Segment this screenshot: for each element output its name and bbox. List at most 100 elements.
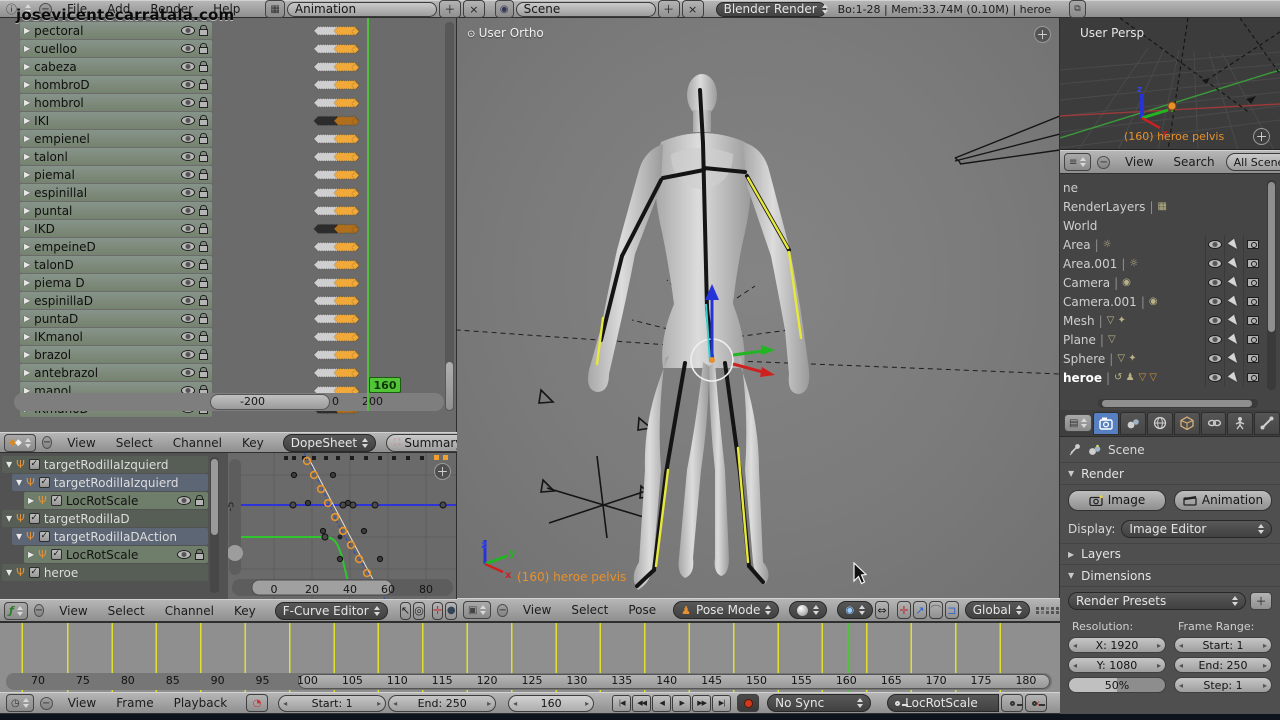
eye-icon[interactable]	[181, 332, 195, 341]
restrict-render-toggle[interactable]	[1243, 273, 1262, 292]
keyframe-strip[interactable]: ◆◆◆◆◆◆◆◆◆◆◆◆◆◆◆◆◆◆	[314, 77, 359, 92]
display-select[interactable]: Image Editor	[1121, 520, 1272, 538]
restrict-render-toggle[interactable]	[1243, 330, 1262, 349]
autokey-clock-icon[interactable]: ◔	[246, 694, 269, 712]
restrict-select-toggle[interactable]	[1224, 292, 1243, 311]
keyframe-strip[interactable]: ◆◆◆◆◆◆◆◆◆◆◆◆◆◆◆◆◆◆	[314, 311, 359, 326]
restrict-view-toggle[interactable]	[1205, 254, 1224, 273]
plus-icon[interactable]: ＋	[434, 463, 451, 480]
graph-channel-row[interactable]: Ψ heroe	[2, 564, 208, 581]
expand-triangle-icon[interactable]	[6, 514, 12, 523]
timeline-menu[interactable]: Playback	[165, 696, 237, 710]
dopesheet-menu[interactable]: Channel	[164, 436, 231, 450]
keyframe-strip[interactable]: ◆◆◆◆◆◆◆◆◆◆◆◆◆◆◆◆◆◆	[314, 131, 359, 146]
graph-channel-row[interactable]: Ψ targetRodillaDAction	[12, 528, 208, 545]
restrict-view-toggle[interactable]	[1205, 273, 1224, 292]
restrict-render-toggle[interactable]	[1243, 311, 1262, 330]
keyframe-strip[interactable]: ◆◆◆◆◆◆◆◆◆◆◆◆◆◆◆◆◆◆	[314, 275, 359, 290]
keyframe-strip[interactable]: ◆◆◆◆◆◆◆◆◆◆◆◆◆◆◆◆◆◆	[314, 365, 359, 380]
insert-keyframe-button[interactable]	[1001, 694, 1024, 712]
shading-select[interactable]	[789, 601, 828, 619]
dopesheet-channel-row[interactable]: ▶ espinillaD ◆◆◆◆◆◆◆◆◆◆◆◆◆◆◆◆◆◆	[0, 292, 456, 309]
tab-world[interactable]	[1147, 411, 1173, 435]
dopesheet-channel-row[interactable]: ▶ IKD ◆◆◆◆◆◆◆◆◆◆◆◆◆◆◆◆◆◆	[0, 220, 456, 237]
eye-icon[interactable]	[181, 350, 195, 359]
dopesheet-editor-type-icon[interactable]: ◆ ◆	[4, 433, 36, 452]
dopesheet-menu[interactable]: Key	[233, 436, 273, 450]
restrict-render-toggle[interactable]	[1243, 368, 1262, 387]
graph-channel-row[interactable]: Ψ LocRotScale	[24, 492, 208, 509]
resolution-y-field[interactable]: Y: 1080	[1068, 657, 1166, 673]
expand-triangle-icon[interactable]	[6, 568, 12, 577]
expand-triangle-icon[interactable]: ▶	[24, 152, 30, 161]
frame-step-field[interactable]: Step: 1	[1174, 677, 1272, 693]
timeline-menu[interactable]: Frame	[107, 696, 162, 710]
restrict-select-toggle[interactable]	[1224, 235, 1243, 254]
layers-panel-header[interactable]: ▶ Layers	[1060, 543, 1280, 565]
lock-icon[interactable]	[199, 61, 208, 72]
frame-start-field[interactable]: Start: 1	[278, 694, 387, 712]
outliner-vscrollbar[interactable]	[1267, 180, 1276, 390]
expand-triangle-icon[interactable]: ▶	[24, 134, 30, 143]
outliner-item[interactable]: ne	[1060, 178, 1280, 197]
lock-icon[interactable]	[199, 187, 208, 198]
restrict-view-toggle[interactable]	[1205, 235, 1224, 254]
restrict-render-toggle[interactable]	[1243, 235, 1262, 254]
translate-manipulator-icon[interactable]: ↗	[912, 601, 927, 619]
eye-icon[interactable]	[181, 152, 195, 161]
timeline[interactable]: 70 75 80 85 90 95 100 105 110 115 120 12…	[0, 622, 1060, 692]
screen-layout-icon[interactable]: ▦	[265, 0, 285, 18]
expand-triangle-icon[interactable]: ▶	[24, 188, 30, 197]
restrict-view-toggle[interactable]	[1205, 330, 1224, 349]
expand-triangle-icon[interactable]: ▶	[24, 170, 30, 179]
graph-menu[interactable]: View	[50, 604, 96, 618]
dopesheet-channel-row[interactable]: ▶ IKI ◆◆◆◆◆◆◆◆◆◆◆◆◆◆◆◆◆◆	[0, 112, 456, 129]
eye-icon[interactable]	[181, 116, 195, 125]
outliner-menu[interactable]: Search	[1164, 155, 1223, 169]
keyframe-strip[interactable]: ◆◆◆◆◆◆◆◆◆◆◆◆◆◆◆◆◆◆	[314, 185, 359, 200]
tab-armature-data[interactable]	[1227, 411, 1254, 435]
lock-icon[interactable]	[195, 495, 204, 506]
outliner-item[interactable]: World	[1060, 216, 1280, 235]
restrict-select-toggle[interactable]	[1224, 311, 1243, 330]
restrict-view-toggle[interactable]	[1205, 292, 1224, 311]
outliner-hscrollbar[interactable]	[1098, 399, 1258, 408]
lock-icon[interactable]	[199, 241, 208, 252]
dopesheet-channel-row[interactable]: ▶ brazol ◆◆◆◆◆◆◆◆◆◆◆◆◆◆◆◆◆◆	[0, 346, 456, 363]
playback-button[interactable]: ◀	[652, 694, 672, 712]
orientation-select[interactable]: Global	[964, 601, 1031, 619]
expand-triangle-icon[interactable]: ▶	[24, 260, 30, 269]
expand-triangle-icon[interactable]: ▶	[24, 296, 30, 305]
render-panel-header[interactable]: ▼ Render	[1060, 463, 1280, 485]
cursor-tool-icon[interactable]: ↖	[399, 601, 412, 620]
expand-triangle-icon[interactable]: ▶	[24, 206, 30, 215]
dopesheet-channel-row[interactable]: ▶ empeineD ◆◆◆◆◆◆◆◆◆◆◆◆◆◆◆◆◆◆	[0, 238, 456, 255]
outliner-item[interactable]: Camera.001 | ◉	[1060, 292, 1280, 311]
lock-icon[interactable]	[199, 277, 208, 288]
timeline-scrollbar[interactable]: 70 75 80 85 90 95 100 105 110 115 120 12…	[6, 673, 1052, 690]
restrict-select-toggle[interactable]	[1224, 254, 1243, 273]
timeline-menu[interactable]: View	[59, 696, 105, 710]
viewport-menu[interactable]: View	[514, 603, 560, 617]
dopesheet-channel-row[interactable]: ▶ puntaD ◆◆◆◆◆◆◆◆◆◆◆◆◆◆◆◆◆◆	[0, 310, 456, 327]
dopesheet-channel-row[interactable]: ▶ IKmanol ◆◆◆◆◆◆◆◆◆◆◆◆◆◆◆◆◆◆	[0, 328, 456, 345]
resolution-percentage-slider[interactable]: 50%	[1068, 677, 1166, 693]
tab-bone[interactable]	[1254, 411, 1280, 435]
graph-curve-area[interactable]: 0 20 40 60 80 -5 ＋	[228, 453, 456, 599]
mode-select[interactable]: ♟ Pose Mode	[673, 601, 780, 619]
expand-triangle-icon[interactable]: ▶	[24, 62, 30, 71]
lock-icon[interactable]	[199, 367, 208, 378]
lock-icon[interactable]	[199, 97, 208, 108]
eye-icon[interactable]	[181, 170, 195, 179]
plus-icon[interactable]: ＋	[1253, 128, 1270, 145]
restrict-select-toggle[interactable]	[1224, 273, 1243, 292]
lock-icon[interactable]	[199, 331, 208, 342]
eye-icon[interactable]	[177, 550, 191, 559]
outliner-item[interactable]: RenderLayers | ▦	[1060, 197, 1280, 216]
lock-icon[interactable]	[199, 295, 208, 306]
ghost-curves-icon[interactable]: ◎	[413, 601, 425, 620]
lock-icon[interactable]	[199, 259, 208, 270]
expand-triangle-icon[interactable]: ▶	[24, 80, 30, 89]
frame-end-field[interactable]: End: 250	[1174, 657, 1272, 673]
channel-checkbox[interactable]	[38, 477, 50, 488]
